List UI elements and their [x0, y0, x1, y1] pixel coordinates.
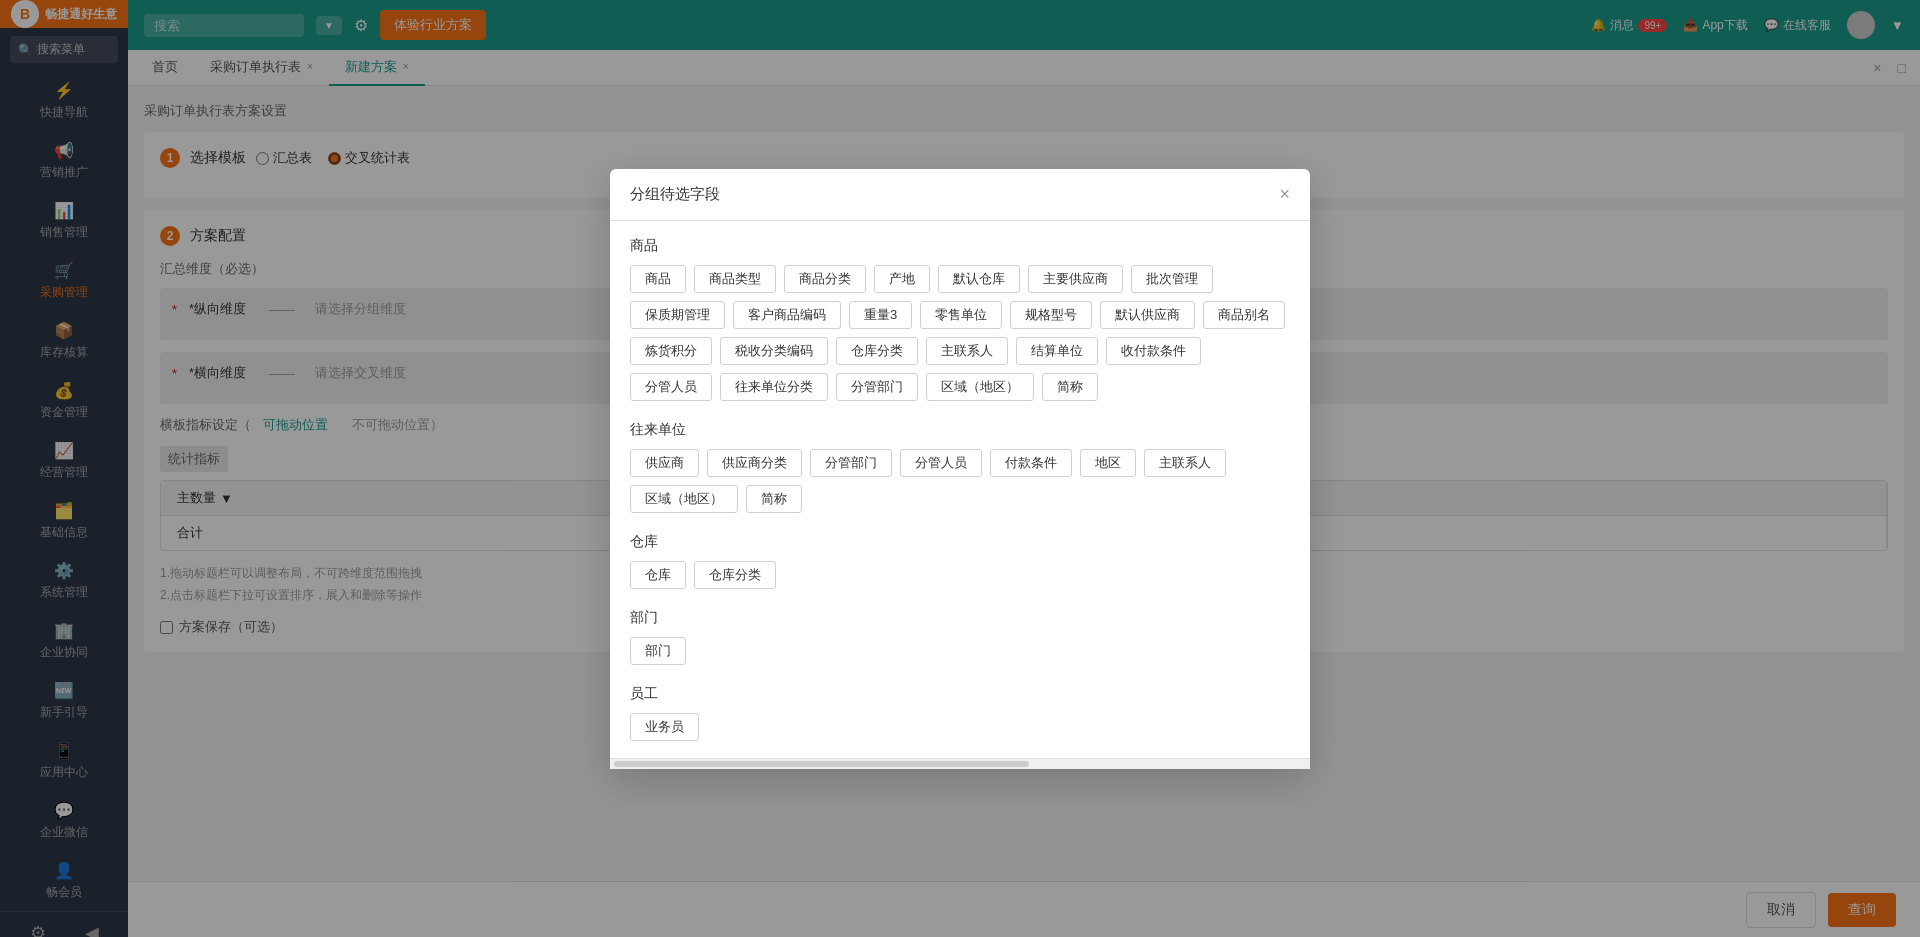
field-tag[interactable]: 客户商品编码 [733, 301, 841, 329]
modal-hscroll[interactable] [610, 758, 1310, 768]
modal-header: 分组待选字段 × [610, 169, 1310, 221]
field-tag[interactable]: 分管人员 [630, 373, 712, 401]
modal-close-button[interactable]: × [1279, 185, 1290, 203]
field-tag[interactable]: 仓库分类 [836, 337, 918, 365]
field-tag[interactable]: 商品分类 [784, 265, 866, 293]
field-tag[interactable]: 付款条件 [990, 449, 1072, 477]
modal-title: 分组待选字段 [630, 185, 720, 204]
field-tag[interactable]: 重量3 [849, 301, 912, 329]
field-tag[interactable]: 零售单位 [920, 301, 1002, 329]
field-group-title-warehouse: 仓库 [630, 533, 1290, 551]
field-tag[interactable]: 批次管理 [1131, 265, 1213, 293]
modal-overlay[interactable]: 分组待选字段 × 商品商品商品类型商品分类产地默认仓库主要供应商批次管理保质期管… [0, 0, 1920, 937]
field-tag[interactable]: 供应商分类 [707, 449, 802, 477]
field-tag[interactable]: 往来单位分类 [720, 373, 828, 401]
field-group-title-goods: 商品 [630, 237, 1290, 255]
field-tag[interactable]: 主要供应商 [1028, 265, 1123, 293]
field-group-employee: 员工业务员 [630, 685, 1290, 741]
field-tags-goods: 商品商品类型商品分类产地默认仓库主要供应商批次管理保质期管理客户商品编码重量3 零… [630, 265, 1290, 401]
field-tag[interactable]: 简称 [746, 485, 802, 513]
field-group-partner: 往来单位供应商供应商分类分管部门分管人员付款条件地区主联系人区域（地区） 简称 [630, 421, 1290, 513]
field-tag[interactable]: 规格型号 [1010, 301, 1092, 329]
field-tag[interactable]: 仓库 [630, 561, 686, 589]
field-tag[interactable]: 简称 [1042, 373, 1098, 401]
field-tag[interactable]: 主联系人 [926, 337, 1008, 365]
field-tag[interactable]: 保质期管理 [630, 301, 725, 329]
modal-dialog: 分组待选字段 × 商品商品商品类型商品分类产地默认仓库主要供应商批次管理保质期管… [610, 169, 1310, 769]
field-tag[interactable]: 分管部门 [836, 373, 918, 401]
field-group-department: 部门部门 [630, 609, 1290, 665]
field-tag[interactable]: 默认供应商 [1100, 301, 1195, 329]
field-tag[interactable]: 仓库分类 [694, 561, 776, 589]
field-tag[interactable]: 税收分类编码 [720, 337, 828, 365]
field-tags-employee: 业务员 [630, 713, 1290, 741]
field-tag[interactable]: 炼货积分 [630, 337, 712, 365]
field-tag[interactable]: 商品 [630, 265, 686, 293]
field-tag[interactable]: 主联系人 [1144, 449, 1226, 477]
field-tag[interactable]: 地区 [1080, 449, 1136, 477]
field-tag[interactable]: 产地 [874, 265, 930, 293]
modal-body: 商品商品商品类型商品分类产地默认仓库主要供应商批次管理保质期管理客户商品编码重量… [610, 221, 1310, 759]
field-tag[interactable]: 业务员 [630, 713, 699, 741]
field-tag[interactable]: 默认仓库 [938, 265, 1020, 293]
field-group-warehouse: 仓库仓库仓库分类 [630, 533, 1290, 589]
field-group-title-department: 部门 [630, 609, 1290, 627]
field-tags-warehouse: 仓库仓库分类 [630, 561, 1290, 589]
field-tag[interactable]: 收付款条件 [1106, 337, 1201, 365]
field-tags-department: 部门 [630, 637, 1290, 665]
field-group-title-employee: 员工 [630, 685, 1290, 703]
field-tag[interactable]: 结算单位 [1016, 337, 1098, 365]
field-group-title-partner: 往来单位 [630, 421, 1290, 439]
field-tag[interactable]: 商品别名 [1203, 301, 1285, 329]
field-tag[interactable]: 商品类型 [694, 265, 776, 293]
field-tag[interactable]: 供应商 [630, 449, 699, 477]
field-tag[interactable]: 部门 [630, 637, 686, 665]
hscroll-thumb [614, 761, 1029, 767]
field-tag[interactable]: 分管人员 [900, 449, 982, 477]
field-tag[interactable]: 分管部门 [810, 449, 892, 477]
field-tags-partner: 供应商供应商分类分管部门分管人员付款条件地区主联系人区域（地区） 简称 [630, 449, 1290, 513]
field-group-goods: 商品商品商品类型商品分类产地默认仓库主要供应商批次管理保质期管理客户商品编码重量… [630, 237, 1290, 401]
field-tag[interactable]: 区域（地区） [926, 373, 1034, 401]
field-tag[interactable]: 区域（地区） [630, 485, 738, 513]
